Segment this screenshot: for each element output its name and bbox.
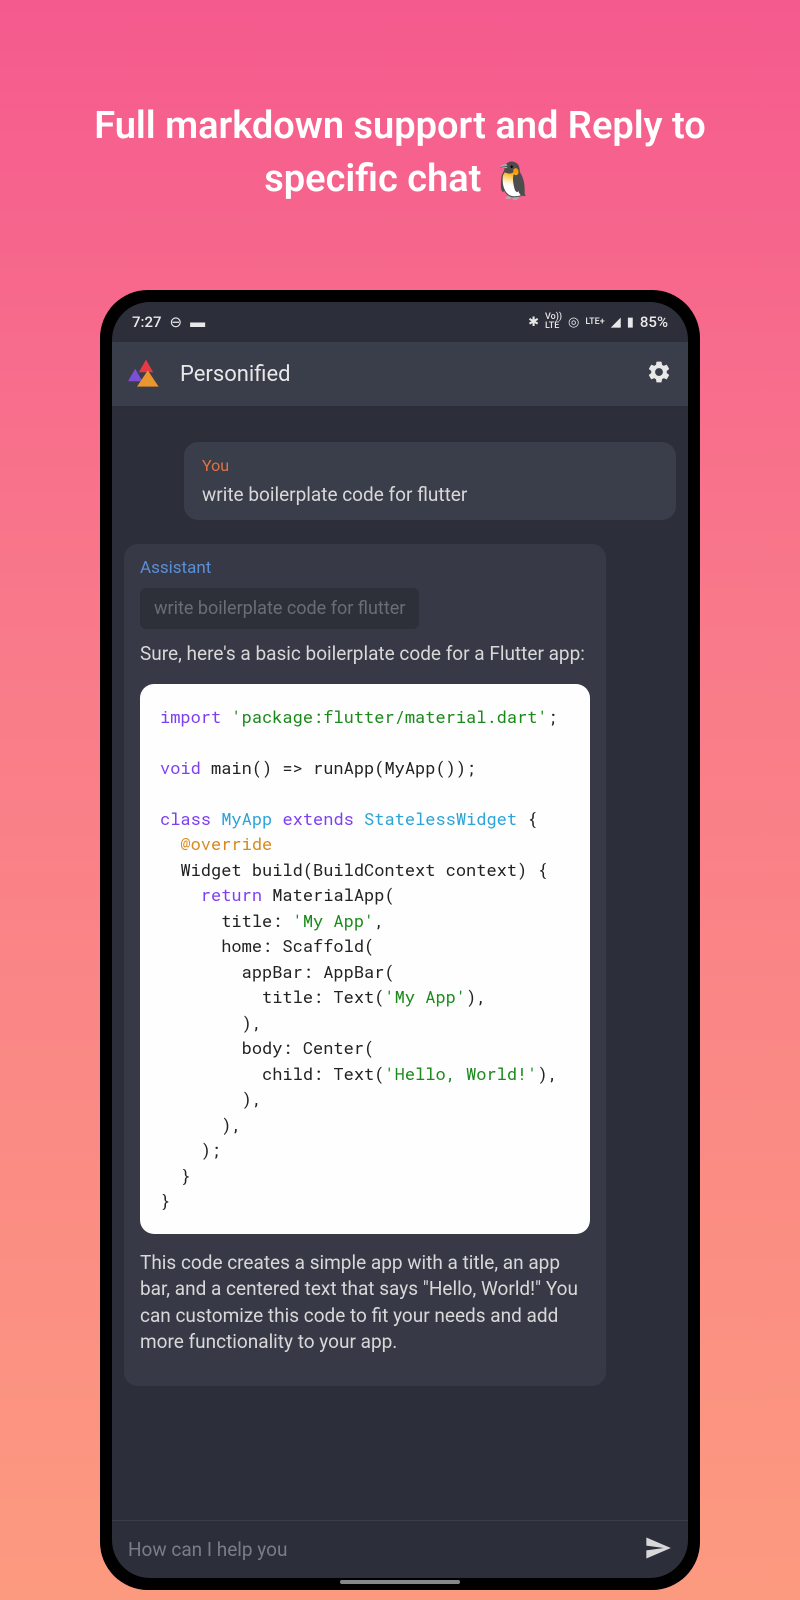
phone-frame: 7:27 ⊖ ▬ ✱ Vo))LTE ◎ LTE+ ◢ ▮ 85% — [100, 290, 700, 1590]
status-bar: 7:27 ⊖ ▬ ✱ Vo))LTE ◎ LTE+ ◢ ▮ 85% — [112, 302, 688, 342]
settings-button[interactable] — [646, 359, 672, 389]
app-header: Personified — [112, 342, 688, 406]
user-text: write boilerplate code for flutter — [202, 483, 658, 506]
promo-headline: Full markdown support and Reply to speci… — [0, 0, 800, 206]
assistant-message[interactable]: Assistant write boilerplate code for flu… — [124, 544, 606, 1386]
phone-screen: 7:27 ⊖ ▬ ✱ Vo))LTE ◎ LTE+ ◢ ▮ 85% — [112, 302, 688, 1578]
penguin-icon: 🐧 — [491, 156, 536, 206]
bluetooth-icon: ✱ — [528, 315, 539, 330]
code-block: import 'package:flutter/material.dart'; … — [140, 684, 590, 1234]
battery-icon: ▮ — [627, 315, 634, 330]
hotspot-icon: ◎ — [568, 315, 579, 330]
status-time: 7:27 — [132, 313, 162, 331]
lte-icon: LTE+ — [585, 317, 604, 327]
user-message[interactable]: You write boilerplate code for flutter — [184, 442, 676, 520]
assistant-label: Assistant — [140, 558, 590, 578]
user-label: You — [202, 456, 658, 475]
assistant-intro: Sure, here's a basic boilerplate code fo… — [140, 641, 590, 668]
app-title: Personified — [180, 362, 630, 387]
chat-scroll[interactable]: You write boilerplate code for flutter A… — [112, 406, 688, 1520]
signal-icon: ◢ — [611, 315, 621, 330]
send-button[interactable] — [644, 1534, 672, 1566]
assistant-outro: This code creates a simple app with a ti… — [140, 1250, 590, 1356]
battery-pct: 85% — [640, 313, 668, 331]
status-icon: ⊖ — [170, 313, 183, 331]
chat-input[interactable]: How can I help you — [128, 1538, 632, 1561]
app-logo — [128, 356, 164, 392]
status-icon: ▬ — [190, 313, 205, 331]
reply-quote: write boilerplate code for flutter — [140, 588, 419, 629]
input-bar: How can I help you — [112, 1520, 688, 1578]
volte-icon: Vo))LTE — [545, 313, 562, 331]
